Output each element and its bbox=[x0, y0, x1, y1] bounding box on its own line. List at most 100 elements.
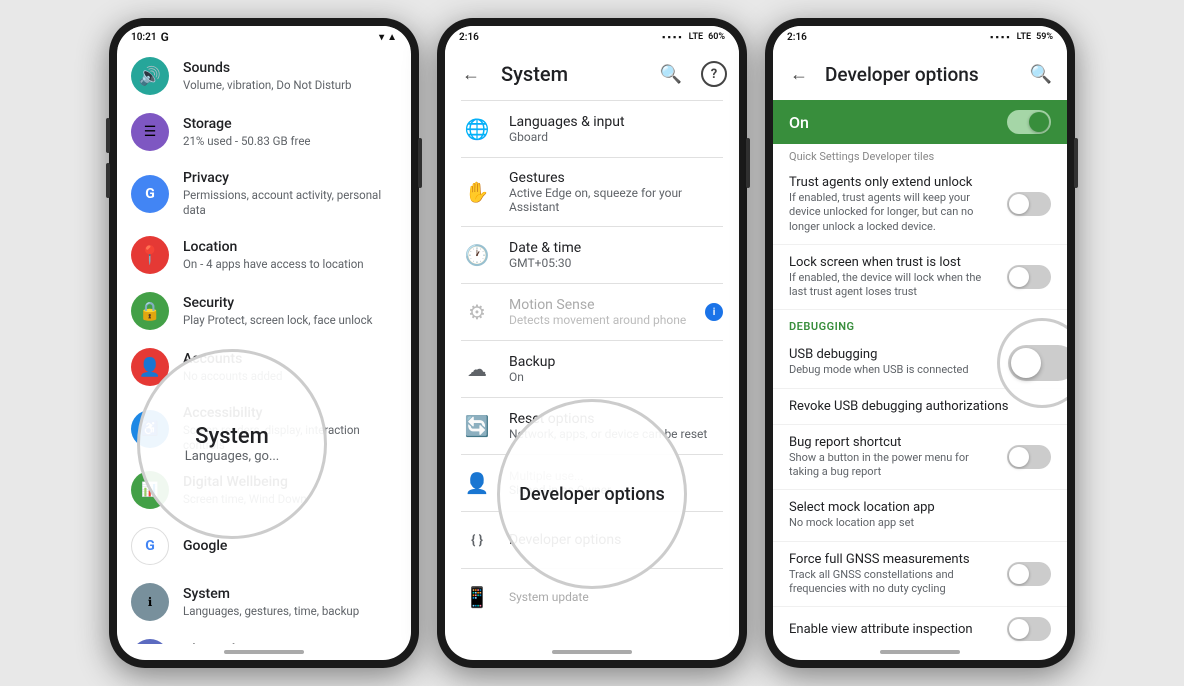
update-title: System update bbox=[509, 590, 723, 604]
dev-options-title: Developer options bbox=[825, 63, 1015, 86]
settings-item-accessibility[interactable]: ♿ Accessibility Screen readers, display,… bbox=[117, 395, 411, 462]
dev-item-mocklocation[interactable]: Select mock location app No mock locatio… bbox=[773, 490, 1067, 541]
settings-item-security[interactable]: 🔒 Security Play Protect, screen lock, fa… bbox=[117, 283, 411, 339]
mocklocation-title: Select mock location app bbox=[789, 500, 1051, 515]
dev-item-trust[interactable]: Trust agents only extend unlock If enabl… bbox=[773, 165, 1067, 245]
system-item-backup[interactable]: ☁ Backup On bbox=[445, 341, 739, 397]
location-title: Location bbox=[183, 238, 397, 256]
dev-item-lockscreen[interactable]: Lock screen when trust is lost If enable… bbox=[773, 245, 1067, 311]
about-title: About phone bbox=[183, 641, 397, 644]
gnss-toggle-thumb bbox=[1009, 564, 1029, 584]
dev-item-usb[interactable]: USB debugging Debug mode when USB is con… bbox=[773, 337, 1067, 388]
system-item-datetime[interactable]: 🕐 Date & time GMT+05:30 bbox=[445, 227, 739, 283]
phone-1-screen: 10:21 G ▾ ▲ 🔊 Sounds Volume, vibration, … bbox=[117, 26, 411, 660]
power-btn-2[interactable] bbox=[746, 138, 750, 188]
security-icon: 🔒 bbox=[131, 292, 169, 330]
icons-phone2: ▪ ▪ ▪ ▪ bbox=[662, 32, 681, 43]
lte-2: LTE bbox=[689, 32, 703, 42]
accounts-sub: No accounts added bbox=[183, 369, 397, 384]
system-title: System bbox=[183, 585, 397, 603]
storage-icon: ☰ bbox=[131, 113, 169, 151]
dev-on-toggle[interactable] bbox=[1007, 110, 1051, 134]
gestures-icon: ✋ bbox=[461, 176, 493, 208]
accounts-title: Accounts bbox=[183, 350, 397, 368]
settings-item-privacy[interactable]: G Privacy Permissions, account activity,… bbox=[117, 160, 411, 227]
settings-item-about[interactable]: 📱 About phone Pixel 4 XL bbox=[117, 630, 411, 644]
settings-item-digital[interactable]: 📊 Digital Wellbeing Screen time, Wind Do… bbox=[117, 462, 411, 518]
system-sub: Languages, gestures, time, backup bbox=[183, 604, 397, 619]
dev-item-viewattr[interactable]: Enable view attribute inspection bbox=[773, 607, 1067, 644]
developer-options-list: Quick Settings Developer tiles Trust age… bbox=[773, 144, 1067, 644]
lockscreen-sub: If enabled, the device will lock when th… bbox=[789, 271, 995, 300]
settings-list-1: 🔊 Sounds Volume, vibration, Do Not Distu… bbox=[117, 48, 411, 644]
settings-item-accounts[interactable]: 👤 Accounts No accounts added bbox=[117, 339, 411, 395]
settings-item-sounds[interactable]: 🔊 Sounds Volume, vibration, Do Not Distu… bbox=[117, 48, 411, 104]
settings-item-location[interactable]: 📍 Location On - 4 apps have access to lo… bbox=[117, 227, 411, 283]
gnss-title: Force full GNSS measurements bbox=[789, 552, 995, 567]
privacy-sub: Permissions, account activity, personal … bbox=[183, 188, 397, 218]
digital-sub: Screen time, Wind Down bbox=[183, 492, 397, 507]
system-item-update[interactable]: 📱 System update bbox=[445, 569, 739, 625]
developer-title: Developer options bbox=[509, 532, 723, 548]
vol-up-btn[interactable] bbox=[106, 118, 110, 153]
power-btn-3[interactable] bbox=[1074, 138, 1078, 188]
settings-item-system[interactable]: ℹ System Languages, gestures, time, back… bbox=[117, 574, 411, 630]
viewattr-toggle[interactable] bbox=[1007, 617, 1051, 641]
trust-toggle[interactable] bbox=[1007, 192, 1051, 216]
gestures-title: Gestures bbox=[509, 170, 723, 186]
home-indicator-1 bbox=[117, 644, 411, 660]
location-icon: 📍 bbox=[131, 236, 169, 274]
settings-item-storage[interactable]: ☰ Storage 21% used - 50.83 GB free bbox=[117, 104, 411, 160]
back-icon-3[interactable]: ← bbox=[785, 60, 813, 88]
system-item-reset[interactable]: 🔄 Reset options Network, apps, or device… bbox=[445, 398, 739, 454]
system-item-users[interactable]: 👤 Multiple use... Signed in as Owner bbox=[445, 455, 739, 511]
google-icon: G bbox=[131, 527, 169, 565]
lockscreen-toggle-thumb bbox=[1009, 267, 1029, 287]
system-item-gestures[interactable]: ✋ Gestures Active Edge on, squeeze for y… bbox=[445, 158, 739, 226]
phone-2-screen: 2:16 ▪ ▪ ▪ ▪ LTE 60% ← System 🔍 ? 🌐 Lang… bbox=[445, 26, 739, 660]
home-indicator-3 bbox=[773, 644, 1067, 660]
back-icon-2[interactable]: ← bbox=[457, 60, 485, 88]
accounts-icon: 👤 bbox=[131, 348, 169, 386]
lockscreen-title: Lock screen when trust is lost bbox=[789, 255, 995, 270]
backup-sub: On bbox=[509, 370, 723, 384]
datetime-icon: 🕐 bbox=[461, 239, 493, 271]
dev-on-label: On bbox=[789, 113, 809, 132]
phone-2: 2:16 ▪ ▪ ▪ ▪ LTE 60% ← System 🔍 ? 🌐 Lang… bbox=[437, 18, 747, 668]
bugreport-sub: Show a button in the power menu for taki… bbox=[789, 451, 995, 480]
toggle-thumb-on bbox=[1029, 112, 1049, 132]
sounds-title: Sounds bbox=[183, 59, 397, 77]
help-icon-2[interactable]: ? bbox=[701, 61, 727, 87]
reset-title: Reset options bbox=[509, 411, 723, 427]
vol-down-btn[interactable] bbox=[106, 163, 110, 198]
settings-item-google[interactable]: G Google bbox=[117, 518, 411, 574]
power-btn[interactable] bbox=[418, 138, 422, 188]
gnss-toggle[interactable] bbox=[1007, 562, 1051, 586]
status-time-1: 10:21 G bbox=[131, 30, 169, 44]
system-item-motion[interactable]: ⚙ Motion Sense Detects movement around p… bbox=[445, 284, 739, 340]
bugreport-toggle[interactable] bbox=[1007, 445, 1051, 469]
trust-sub: If enabled, trust agents will keep your … bbox=[789, 191, 995, 234]
languages-title: Languages & input bbox=[509, 114, 723, 130]
dev-app-bar: ← Developer options 🔍 bbox=[773, 48, 1067, 100]
about-icon: 📱 bbox=[131, 639, 169, 644]
dev-item-gnss[interactable]: Force full GNSS measurements Track all G… bbox=[773, 542, 1067, 608]
home-indicator-2 bbox=[445, 644, 739, 660]
dev-on-banner: On bbox=[773, 100, 1067, 144]
developer-icon: { } bbox=[461, 524, 493, 556]
lockscreen-toggle[interactable] bbox=[1007, 265, 1051, 289]
system-item-developer[interactable]: { } Developer options bbox=[445, 512, 739, 568]
search-icon-2[interactable]: 🔍 bbox=[657, 60, 685, 88]
accessibility-sub: Screen readers, display, interaction con… bbox=[183, 423, 397, 453]
dev-item-bugreport[interactable]: Bug report shortcut Show a button in the… bbox=[773, 425, 1067, 491]
digital-title: Digital Wellbeing bbox=[183, 473, 397, 491]
accessibility-icon: ♿ bbox=[131, 410, 169, 448]
usb-toggle[interactable] bbox=[1008, 345, 1067, 381]
system-item-languages[interactable]: 🌐 Languages & input Gboard bbox=[445, 101, 739, 157]
search-icon-3[interactable]: 🔍 bbox=[1027, 60, 1055, 88]
datetime-title: Date & time bbox=[509, 240, 723, 256]
time-2: 2:16 bbox=[459, 32, 479, 43]
reset-sub: Network, apps, or device can be reset bbox=[509, 427, 723, 441]
accessibility-title: Accessibility bbox=[183, 404, 397, 422]
datetime-sub: GMT+05:30 bbox=[509, 256, 723, 270]
